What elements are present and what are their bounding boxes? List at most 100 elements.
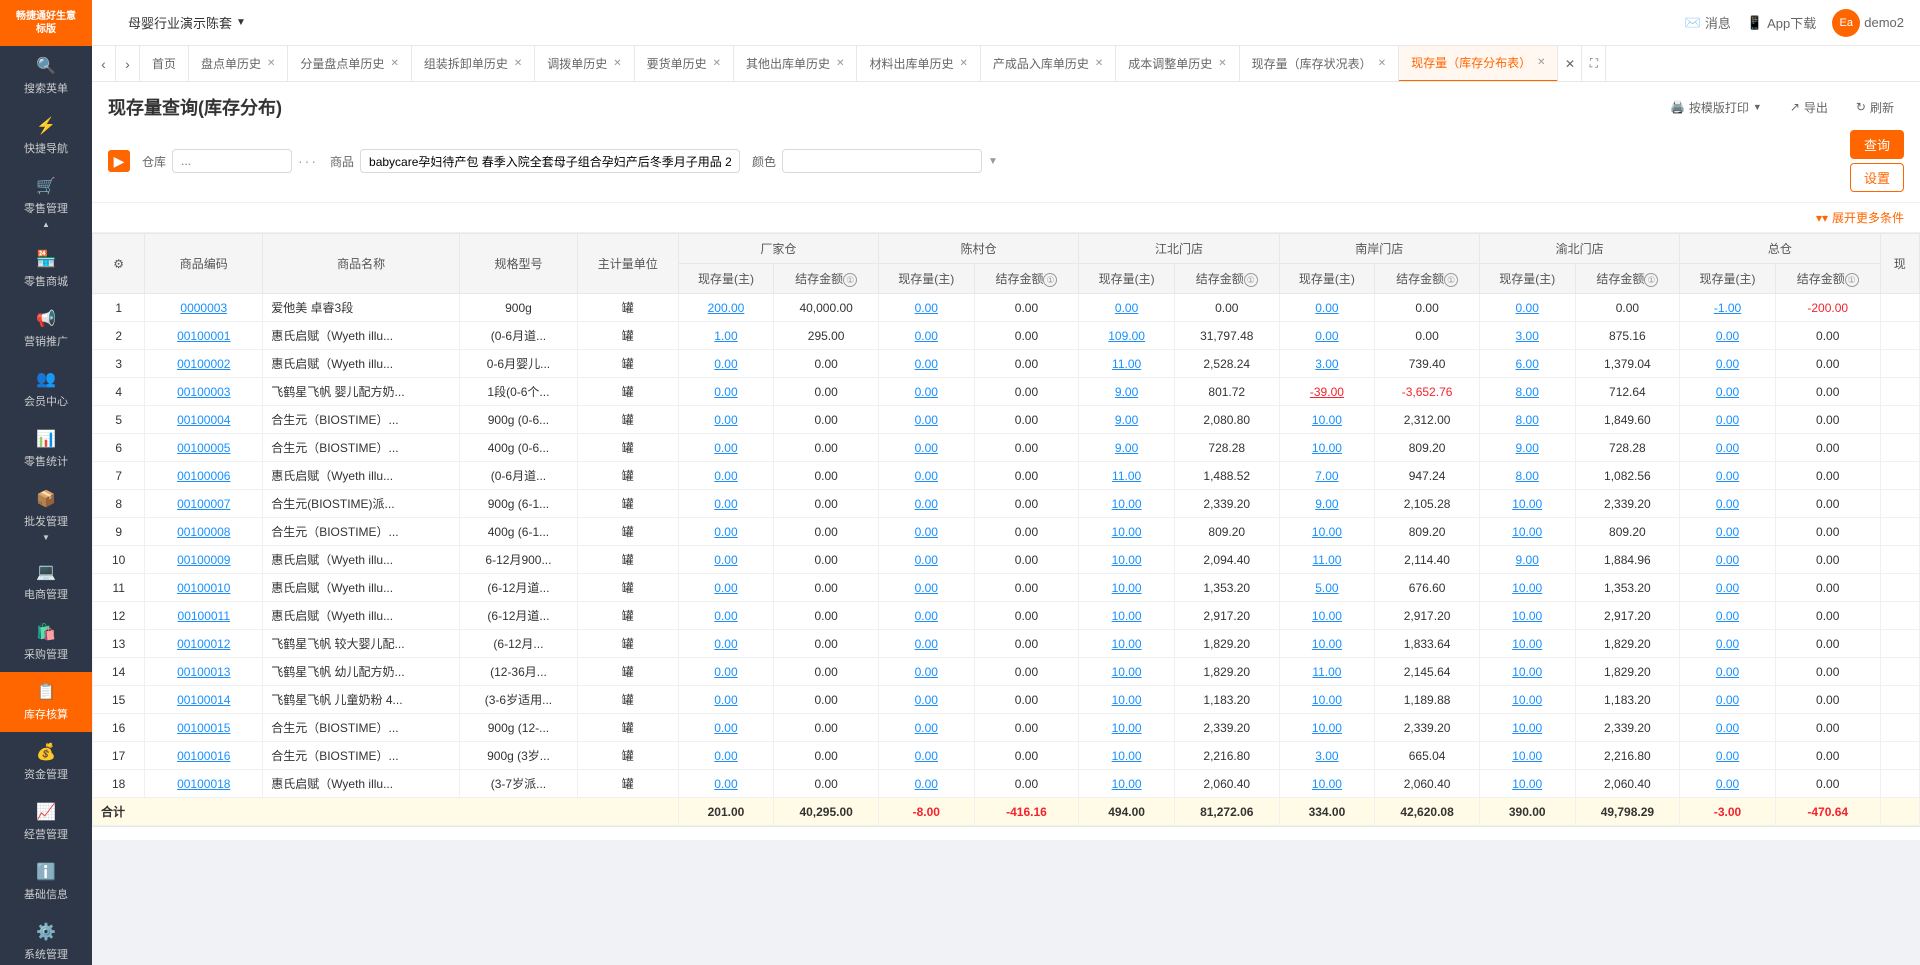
cell-chenhe-qty[interactable]: 0.00	[879, 770, 975, 798]
close-icon[interactable]: ✕	[613, 58, 621, 69]
total-info-icon[interactable]: ①	[1845, 273, 1859, 287]
cell-yubei-qty[interactable]: 8.00	[1479, 462, 1575, 490]
cell-nanan-qty[interactable]: 10.00	[1279, 686, 1375, 714]
tab-inventory-distribution[interactable]: 现存量（库存分布表） ✕	[1399, 46, 1558, 82]
sidebar-item-wholesale[interactable]: 📦 批发管理 ▼	[0, 479, 92, 552]
cell-factory-qty[interactable]: 0.00	[678, 406, 774, 434]
cell-chenhe-qty[interactable]: 0.00	[879, 322, 975, 350]
cell-nanan-qty[interactable]: 11.00	[1279, 546, 1375, 574]
tab-partial-count[interactable]: 分量盘点单历史 ✕	[288, 46, 411, 82]
cell-factory-qty[interactable]: 0.00	[678, 434, 774, 462]
sidebar-item-operations[interactable]: 📈 经营管理	[0, 792, 92, 852]
cell-nanan-qty[interactable]: 0.00	[1279, 294, 1375, 322]
cell-code[interactable]: 00100002	[145, 350, 263, 378]
cell-total-qty[interactable]: 0.00	[1680, 742, 1776, 770]
cell-code[interactable]: 00100011	[145, 602, 263, 630]
cell-jiangbei-qty[interactable]: 10.00	[1079, 490, 1175, 518]
goods-input[interactable]	[360, 149, 740, 173]
cell-jiangbei-qty[interactable]: 10.00	[1079, 714, 1175, 742]
cell-factory-qty[interactable]: 0.00	[678, 630, 774, 658]
cell-yubei-qty[interactable]: 10.00	[1479, 574, 1575, 602]
cell-nanan-qty[interactable]: -39.00	[1279, 378, 1375, 406]
cell-total-qty[interactable]: 0.00	[1680, 350, 1776, 378]
sidebar-item-search[interactable]: 🔍 搜索英单	[0, 46, 92, 106]
cell-chenhe-qty[interactable]: 0.00	[879, 518, 975, 546]
cell-chenhe-qty[interactable]: 0.00	[879, 462, 975, 490]
cell-yubei-qty[interactable]: 10.00	[1479, 770, 1575, 798]
cell-total-qty[interactable]: 0.00	[1680, 322, 1776, 350]
cell-nanan-qty[interactable]: 10.00	[1279, 770, 1375, 798]
sidebar-item-nav[interactable]: ⚡ 快捷导航	[0, 106, 92, 166]
cell-nanan-qty[interactable]: 3.00	[1279, 350, 1375, 378]
sidebar-item-marketing[interactable]: 📢 营销推广	[0, 299, 92, 359]
cell-total-qty[interactable]: 0.00	[1680, 434, 1776, 462]
tab-assembly[interactable]: 组装拆卸单历史 ✕	[412, 46, 535, 82]
cell-code[interactable]: 00100007	[145, 490, 263, 518]
cell-total-qty[interactable]: 0.00	[1680, 770, 1776, 798]
close-icon[interactable]: ✕	[390, 58, 398, 69]
cell-jiangbei-qty[interactable]: 0.00	[1079, 294, 1175, 322]
cell-chenhe-qty[interactable]: 0.00	[879, 686, 975, 714]
cell-code[interactable]: 00100016	[145, 742, 263, 770]
cell-chenhe-qty[interactable]: 0.00	[879, 658, 975, 686]
cell-total-qty[interactable]: 0.00	[1680, 490, 1776, 518]
app-download-button[interactable]: 📱 App下载	[1747, 13, 1816, 32]
cell-total-qty[interactable]: 0.00	[1680, 602, 1776, 630]
cell-code[interactable]: 00100013	[145, 658, 263, 686]
sidebar-item-ecommerce[interactable]: 💻 电商管理	[0, 552, 92, 612]
warehouse-more-button[interactable]: ···	[298, 153, 318, 169]
cell-jiangbei-qty[interactable]: 10.00	[1079, 686, 1175, 714]
close-icon[interactable]: ✕	[836, 58, 844, 69]
cell-factory-qty[interactable]: 0.00	[678, 770, 774, 798]
cell-factory-qty[interactable]: 0.00	[678, 742, 774, 770]
close-icon[interactable]: ✕	[713, 58, 721, 69]
close-icon[interactable]: ✕	[1378, 58, 1386, 69]
cell-nanan-qty[interactable]: 7.00	[1279, 462, 1375, 490]
cell-chenhe-qty[interactable]: 0.00	[879, 546, 975, 574]
cell-jiangbei-qty[interactable]: 10.00	[1079, 574, 1175, 602]
cell-jiangbei-qty[interactable]: 109.00	[1079, 322, 1175, 350]
cell-code[interactable]: 00100003	[145, 378, 263, 406]
cell-jiangbei-qty[interactable]: 11.00	[1079, 350, 1175, 378]
cell-code[interactable]: 00100008	[145, 518, 263, 546]
cell-yubei-qty[interactable]: 6.00	[1479, 350, 1575, 378]
cell-total-qty[interactable]: 0.00	[1680, 686, 1776, 714]
cell-chenhe-qty[interactable]: 0.00	[879, 742, 975, 770]
cell-code[interactable]: 00100015	[145, 714, 263, 742]
cell-nanan-qty[interactable]: 10.00	[1279, 406, 1375, 434]
cell-factory-qty[interactable]: 0.00	[678, 518, 774, 546]
tab-prev-button[interactable]: ‹	[92, 46, 116, 82]
cell-code[interactable]: 00100010	[145, 574, 263, 602]
close-icon[interactable]: ✕	[1537, 57, 1545, 68]
cell-nanan-qty[interactable]: 10.00	[1279, 714, 1375, 742]
cell-nanan-qty[interactable]: 5.00	[1279, 574, 1375, 602]
sidebar-item-inventory[interactable]: 📋 库存核算	[0, 672, 92, 732]
industry-selector[interactable]: 母婴行业演示陈套 ▼	[128, 13, 246, 32]
cell-chenhe-qty[interactable]: 0.00	[879, 378, 975, 406]
color-input[interactable]	[782, 149, 982, 173]
warehouse-input[interactable]	[172, 149, 292, 173]
close-icon[interactable]: ✕	[959, 58, 967, 69]
expand-filter-button[interactable]: ▾▾ 展开更多条件	[1816, 209, 1904, 226]
cell-code[interactable]: 00100009	[145, 546, 263, 574]
tab-expand-button[interactable]: ⛶	[1582, 46, 1606, 82]
cell-nanan-qty[interactable]: 0.00	[1279, 322, 1375, 350]
cell-yubei-qty[interactable]: 3.00	[1479, 322, 1575, 350]
cell-nanan-qty[interactable]: 11.00	[1279, 658, 1375, 686]
cell-code[interactable]: 00100005	[145, 434, 263, 462]
cell-code[interactable]: 00100004	[145, 406, 263, 434]
cell-jiangbei-qty[interactable]: 11.00	[1079, 462, 1175, 490]
export-button[interactable]: ↗ 导出	[1780, 95, 1838, 120]
cell-factory-qty[interactable]: 0.00	[678, 602, 774, 630]
sidebar-item-basic-info[interactable]: ℹ️ 基础信息	[0, 852, 92, 912]
print-button[interactable]: 🖨️ 按模版打印 ▼	[1660, 95, 1772, 120]
setting-button[interactable]: 设置	[1850, 163, 1904, 192]
cell-total-qty[interactable]: 0.00	[1680, 406, 1776, 434]
th-settings[interactable]: ⚙	[93, 234, 145, 294]
sidebar-item-purchase[interactable]: 🛍️ 采购管理	[0, 612, 92, 672]
cell-chenhe-qty[interactable]: 0.00	[879, 602, 975, 630]
sidebar-item-system[interactable]: ⚙️ 系统管理	[0, 912, 92, 965]
tab-home[interactable]: 首页	[140, 46, 189, 82]
cell-yubei-qty[interactable]: 10.00	[1479, 686, 1575, 714]
user-menu[interactable]: Ea demo2	[1832, 9, 1904, 37]
